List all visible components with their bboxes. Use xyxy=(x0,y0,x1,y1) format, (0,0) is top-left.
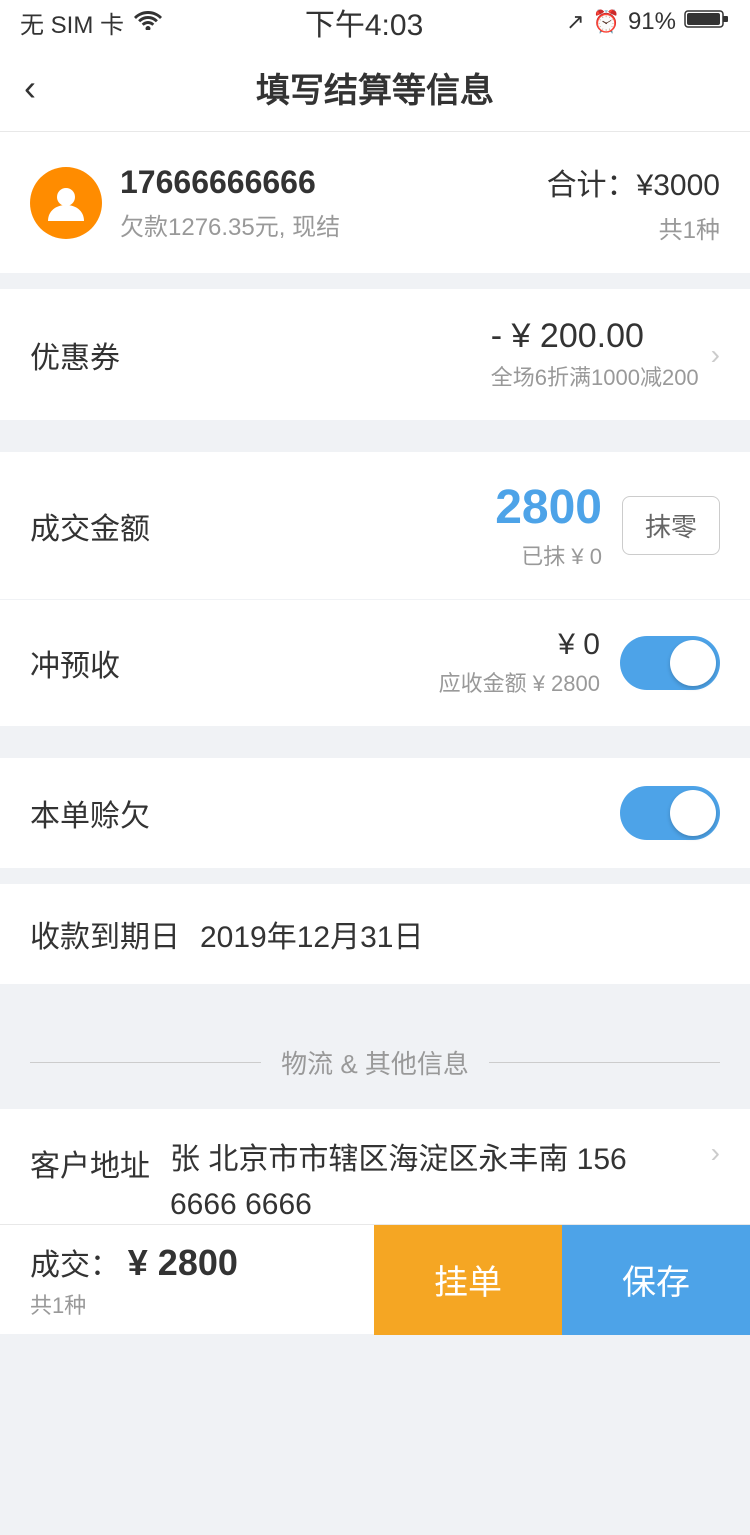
customer-left: 17666666666 欠款1276.35元, 现结 xyxy=(30,164,340,242)
amount-section: 成交金额 2800 已抹 ¥ 0 抹零 冲预收 ¥ 0 应收金额 ¥ 2800 xyxy=(0,452,750,726)
bottom-bar: 成交： ¥ 2800 共1种 挂单 保存 xyxy=(0,1224,750,1334)
logistics-title: 物流 & 其他信息 xyxy=(281,1044,469,1081)
address-label: 客户地址 xyxy=(30,1137,150,1185)
bottom-count: 共1种 xyxy=(30,1288,344,1320)
credit-label: 本单赊欠 xyxy=(30,791,150,835)
prepay-toggle[interactable] xyxy=(620,636,720,690)
battery-icon xyxy=(684,7,730,38)
logistics-header: 物流 & 其他信息 xyxy=(0,1016,750,1109)
address-chevron-icon: › xyxy=(711,1137,720,1169)
round-button[interactable]: 抹零 xyxy=(622,496,720,555)
logistics-line-left xyxy=(30,1062,261,1063)
status-left: 无 SIM 卡 xyxy=(20,5,162,40)
credit-toggle-knob xyxy=(670,790,716,836)
logistics-line-right xyxy=(489,1062,720,1063)
back-button[interactable]: ‹ xyxy=(24,67,36,109)
address-value: 张 北京市市辖区海淀区永丰南 156 6666 6666 xyxy=(170,1137,691,1227)
section-divider-3 xyxy=(0,1000,750,1016)
coupon-label: 优惠券 xyxy=(30,333,120,377)
amount-right: 2800 已抹 ¥ 0 抹零 xyxy=(495,480,720,571)
prepay-row: 冲预收 ¥ 0 应收金额 ¥ 2800 xyxy=(0,600,750,726)
chevron-right-icon: › xyxy=(711,339,720,371)
toggle-knob xyxy=(670,640,716,686)
bottom-deal-amount: ¥ 2800 xyxy=(128,1242,238,1283)
nav-title: 填写结算等信息 xyxy=(256,63,494,112)
date-row: 收款到期日 2019年12月31日 xyxy=(0,884,750,984)
save-button[interactable]: 保存 xyxy=(562,1225,750,1335)
battery-label: 91% xyxy=(628,8,676,36)
alarm-icon: ⏰ xyxy=(593,9,620,35)
coupon-value-group: - ¥ 200.00 全场6折满1000减200 xyxy=(491,317,699,392)
total-amount: 合计：¥3000 xyxy=(547,160,720,204)
coupon-row[interactable]: 优惠券 - ¥ 200.00 全场6折满1000减200 › xyxy=(0,289,750,420)
customer-card: 17666666666 欠款1276.35元, 现结 合计：¥3000 共1种 xyxy=(0,132,750,273)
hold-button[interactable]: 挂单 xyxy=(374,1225,562,1335)
coupon-right: - ¥ 200.00 全场6折满1000减200 › xyxy=(491,317,720,392)
coupon-desc: 全场6折满1000减200 xyxy=(491,360,699,392)
avatar xyxy=(30,167,102,239)
prepay-right: ¥ 0 应收金额 ¥ 2800 xyxy=(439,628,720,698)
no-sim-label: 无 SIM 卡 xyxy=(20,5,124,40)
amount-label: 成交金额 xyxy=(30,504,150,548)
credit-toggle[interactable] xyxy=(620,786,720,840)
bottom-deal-row: 成交： ¥ 2800 xyxy=(30,1240,344,1284)
status-bar: 无 SIM 卡 下午4:03 ↗ ⏰ 91% xyxy=(0,0,750,44)
credit-row: 本单赊欠 xyxy=(0,758,750,868)
nav-bar: ‹ 填写结算等信息 xyxy=(0,44,750,132)
customer-total: 合计：¥3000 共1种 xyxy=(547,160,720,245)
customer-phone: 17666666666 xyxy=(120,164,340,201)
customer-debt: 欠款1276.35元, 现结 xyxy=(120,207,340,242)
section-divider-1 xyxy=(0,436,750,452)
prepay-sub: 应收金额 ¥ 2800 xyxy=(439,666,600,698)
customer-info: 17666666666 欠款1276.35元, 现结 xyxy=(120,164,340,242)
wifi-icon xyxy=(134,8,162,37)
bottom-deal-label: 成交： xyxy=(30,1249,120,1282)
bottom-summary: 成交： ¥ 2800 共1种 xyxy=(0,1240,374,1320)
total-count: 共1种 xyxy=(547,210,720,245)
prepay-label: 冲预收 xyxy=(30,641,120,685)
date-label: 收款到期日 xyxy=(30,912,180,956)
status-right: ↗ ⏰ 91% xyxy=(566,7,730,38)
coupon-discount: - ¥ 200.00 xyxy=(491,317,699,356)
status-time: 下午4:03 xyxy=(305,0,423,44)
amount-value: 2800 已抹 ¥ 0 xyxy=(495,480,602,571)
amount-number: 2800 xyxy=(495,480,602,535)
prepay-value: ¥ 0 应收金额 ¥ 2800 xyxy=(439,628,600,698)
location-icon: ↗ xyxy=(566,9,584,35)
section-divider-2 xyxy=(0,742,750,758)
prepay-number: ¥ 0 xyxy=(439,628,600,662)
amount-sub: 已抹 ¥ 0 xyxy=(495,539,602,571)
amount-row: 成交金额 2800 已抹 ¥ 0 抹零 xyxy=(0,452,750,600)
date-value: 2019年12月31日 xyxy=(200,912,423,956)
